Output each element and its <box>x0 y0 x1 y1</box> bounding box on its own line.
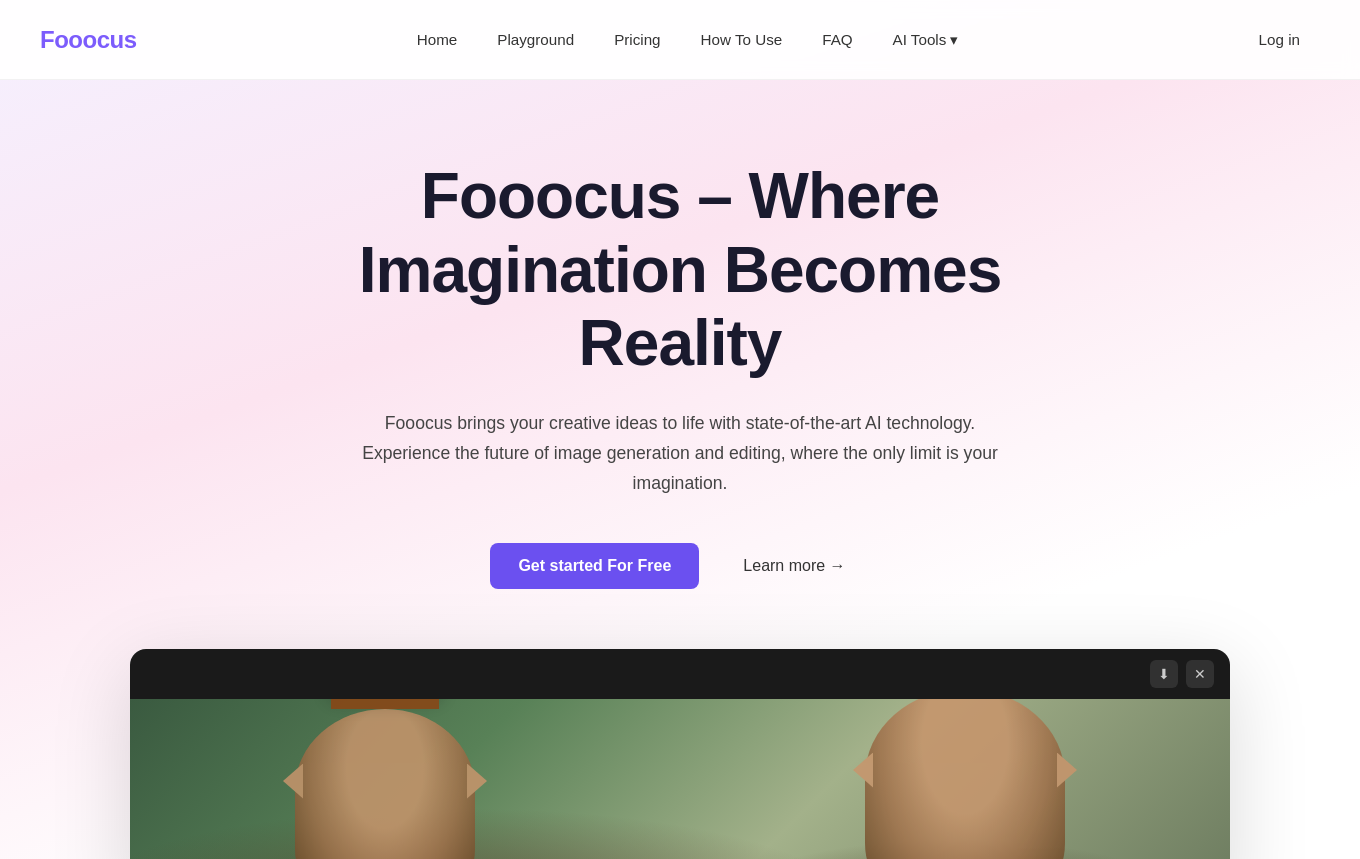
hero-subtitle: Fooocus brings your creative ideas to li… <box>350 409 1010 499</box>
hero-content: Fooocus – Where Imagination Becomes Real… <box>230 80 1130 649</box>
close-icon: ✕ <box>1194 666 1206 682</box>
elf-character-left <box>295 709 475 860</box>
nav-item-ai-tools[interactable]: AI Tools ▾ <box>877 23 975 57</box>
brand-logo[interactable]: Fooocus <box>40 26 137 54</box>
hero-section: Fooocus – Where Imagination Becomes Real… <box>0 0 1360 859</box>
nav-item-playground[interactable]: Playground <box>481 23 590 56</box>
elf-character-right <box>865 699 1065 860</box>
hero-buttons: Get started For Free Learn more → <box>270 543 1090 589</box>
demo-wrapper: ⬇ ✕ <box>70 649 1290 860</box>
ear-right-2 <box>1057 753 1077 788</box>
nav-right: Log in <box>1239 23 1320 56</box>
nav-item-how-to-use[interactable]: How To Use <box>685 23 799 56</box>
nav-item-pricing[interactable]: Pricing <box>598 23 676 56</box>
get-started-button[interactable]: Get started For Free <box>490 543 699 589</box>
close-button[interactable]: ✕ <box>1186 660 1214 688</box>
nav-item-home[interactable]: Home <box>401 23 474 56</box>
download-button[interactable]: ⬇ <box>1150 660 1178 688</box>
learn-more-button[interactable]: Learn more → <box>719 543 869 589</box>
download-icon: ⬇ <box>1158 666 1170 682</box>
demo-window: ⬇ ✕ <box>130 649 1230 860</box>
demo-image-area <box>130 699 1230 860</box>
navbar: Fooocus Home Playground Pricing How To U… <box>0 0 1360 80</box>
demo-titlebar: ⬇ ✕ <box>130 649 1230 699</box>
ear-right <box>467 764 487 799</box>
nav-links: Home Playground Pricing How To Use FAQ A… <box>401 23 975 57</box>
login-button[interactable]: Log in <box>1239 23 1320 56</box>
ear-left <box>283 764 303 799</box>
chevron-down-icon: ▾ <box>950 31 958 49</box>
hero-title: Fooocus – Where Imagination Becomes Real… <box>270 160 1090 381</box>
ear-left-2 <box>853 753 873 788</box>
nav-item-faq[interactable]: FAQ <box>806 23 868 56</box>
